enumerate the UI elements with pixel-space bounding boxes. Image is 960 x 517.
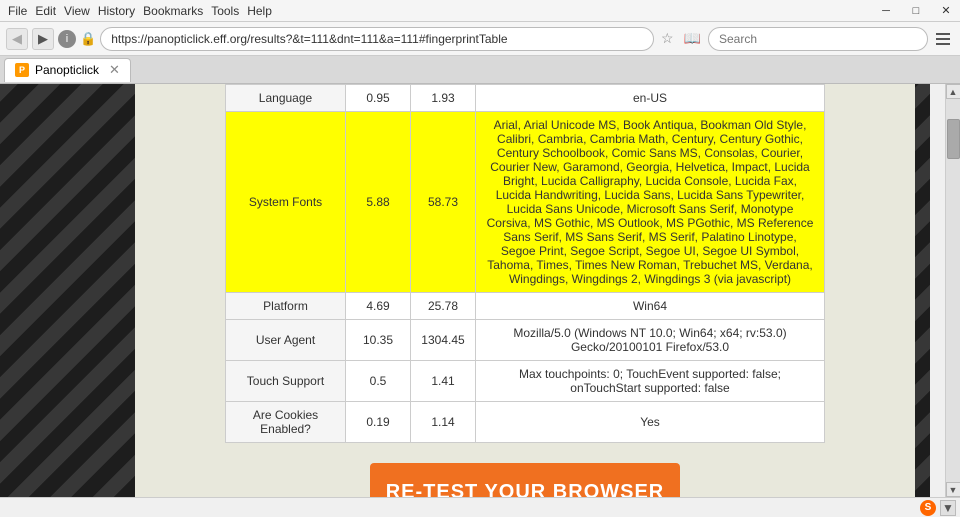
main-content: Language0.951.93en-USSystem Fonts5.8858.… [135, 84, 915, 497]
row-value: Win64 [476, 293, 825, 320]
row-value: Mozilla/5.0 (Windows NT 10.0; Win64; x64… [476, 320, 825, 361]
toolbar: ◀ ▶ i 🔒 ☆ 📖 [0, 22, 960, 56]
table-row: Language0.951.93en-US [226, 85, 825, 112]
menu-bar: File Edit View History Bookmarks Tools H… [0, 0, 960, 22]
status-icon: S [920, 500, 936, 516]
tab-favicon: P [15, 63, 29, 77]
row-value: en-US [476, 85, 825, 112]
menu-edit[interactable]: Edit [31, 2, 60, 20]
row-bits1: 4.69 [346, 293, 411, 320]
hamburger-menu[interactable] [932, 28, 954, 50]
row-bits2: 1.41 [411, 361, 476, 402]
menu-help[interactable]: Help [243, 2, 276, 20]
table-row: Platform4.6925.78Win64 [226, 293, 825, 320]
row-label: Language [226, 85, 346, 112]
row-label: System Fonts [226, 112, 346, 293]
row-value: Yes [476, 402, 825, 443]
active-tab[interactable]: P Panopticlick ✕ [4, 58, 131, 82]
scroll-down-button[interactable]: ▼ [946, 482, 960, 497]
row-bits1: 0.5 [346, 361, 411, 402]
info-button[interactable]: i [58, 30, 76, 48]
right-panel [915, 84, 930, 497]
status-bar: S ▼ [0, 497, 960, 517]
url-bar[interactable] [100, 27, 654, 51]
row-bits2: 1.14 [411, 402, 476, 443]
tab-label: Panopticlick [35, 63, 99, 77]
menu-bookmarks[interactable]: Bookmarks [139, 2, 207, 20]
table-row: System Fonts5.8858.73Arial, Arial Unicod… [226, 112, 825, 293]
table-row: Are Cookies Enabled?0.191.14Yes [226, 402, 825, 443]
back-button[interactable]: ◀ [6, 28, 28, 50]
menu-items-row: File Edit View History Bookmarks Tools H… [0, 2, 276, 20]
row-bits1: 5.88 [346, 112, 411, 293]
content-area: Language0.951.93en-USSystem Fonts5.8858.… [0, 84, 960, 497]
zebra-left [0, 84, 135, 497]
row-value: Max touchpoints: 0; TouchEvent supported… [476, 361, 825, 402]
row-bits1: 0.19 [346, 402, 411, 443]
scroll-thumb[interactable] [947, 119, 960, 159]
left-panel [0, 84, 135, 497]
row-bits1: 0.95 [346, 85, 411, 112]
scroll-track [946, 99, 960, 482]
row-label: User Agent [226, 320, 346, 361]
row-bits2: 58.73 [411, 112, 476, 293]
menu-file[interactable]: File [4, 2, 31, 20]
menu-tools[interactable]: Tools [207, 2, 243, 20]
close-button[interactable]: ✕ [932, 0, 960, 22]
right-chrome [915, 84, 945, 497]
page-down-button[interactable]: ▼ [940, 500, 956, 516]
scrollbar: ▲ ▼ [945, 84, 960, 497]
minimize-button[interactable]: ─ [872, 0, 900, 22]
table-row: User Agent10.351304.45Mozilla/5.0 (Windo… [226, 320, 825, 361]
row-label: Touch Support [226, 361, 346, 402]
table-row: Touch Support0.51.41Max touchpoints: 0; … [226, 361, 825, 402]
tab-bar: P Panopticlick ✕ [0, 56, 960, 84]
row-bits2: 1.93 [411, 85, 476, 112]
menu-view[interactable]: View [60, 2, 94, 20]
scroll-up-button[interactable]: ▲ [946, 84, 960, 99]
row-bits2: 25.78 [411, 293, 476, 320]
row-bits2: 1304.45 [411, 320, 476, 361]
forward-button[interactable]: ▶ [32, 28, 54, 50]
row-bits1: 10.35 [346, 320, 411, 361]
maximize-button[interactable]: □ [902, 0, 930, 22]
fingerprint-table: Language0.951.93en-USSystem Fonts5.8858.… [225, 84, 825, 443]
retest-button[interactable]: RE-TEST YOUR BROWSER [370, 463, 680, 497]
reader-icon[interactable]: 📖 [681, 30, 704, 47]
menu-history[interactable]: History [94, 2, 139, 20]
browser-frame: File Edit View History Bookmarks Tools H… [0, 0, 960, 517]
window-controls: ─ □ ✕ [872, 0, 960, 22]
zebra-right [915, 84, 930, 497]
row-label: Are Cookies Enabled? [226, 402, 346, 443]
bookmark-icon[interactable]: ☆ [658, 30, 677, 47]
row-label: Platform [226, 293, 346, 320]
row-value: Arial, Arial Unicode MS, Book Antiqua, B… [476, 112, 825, 293]
lock-icon: 🔒 [80, 31, 96, 47]
tab-close-button[interactable]: ✕ [109, 62, 120, 78]
search-input[interactable] [708, 27, 928, 51]
